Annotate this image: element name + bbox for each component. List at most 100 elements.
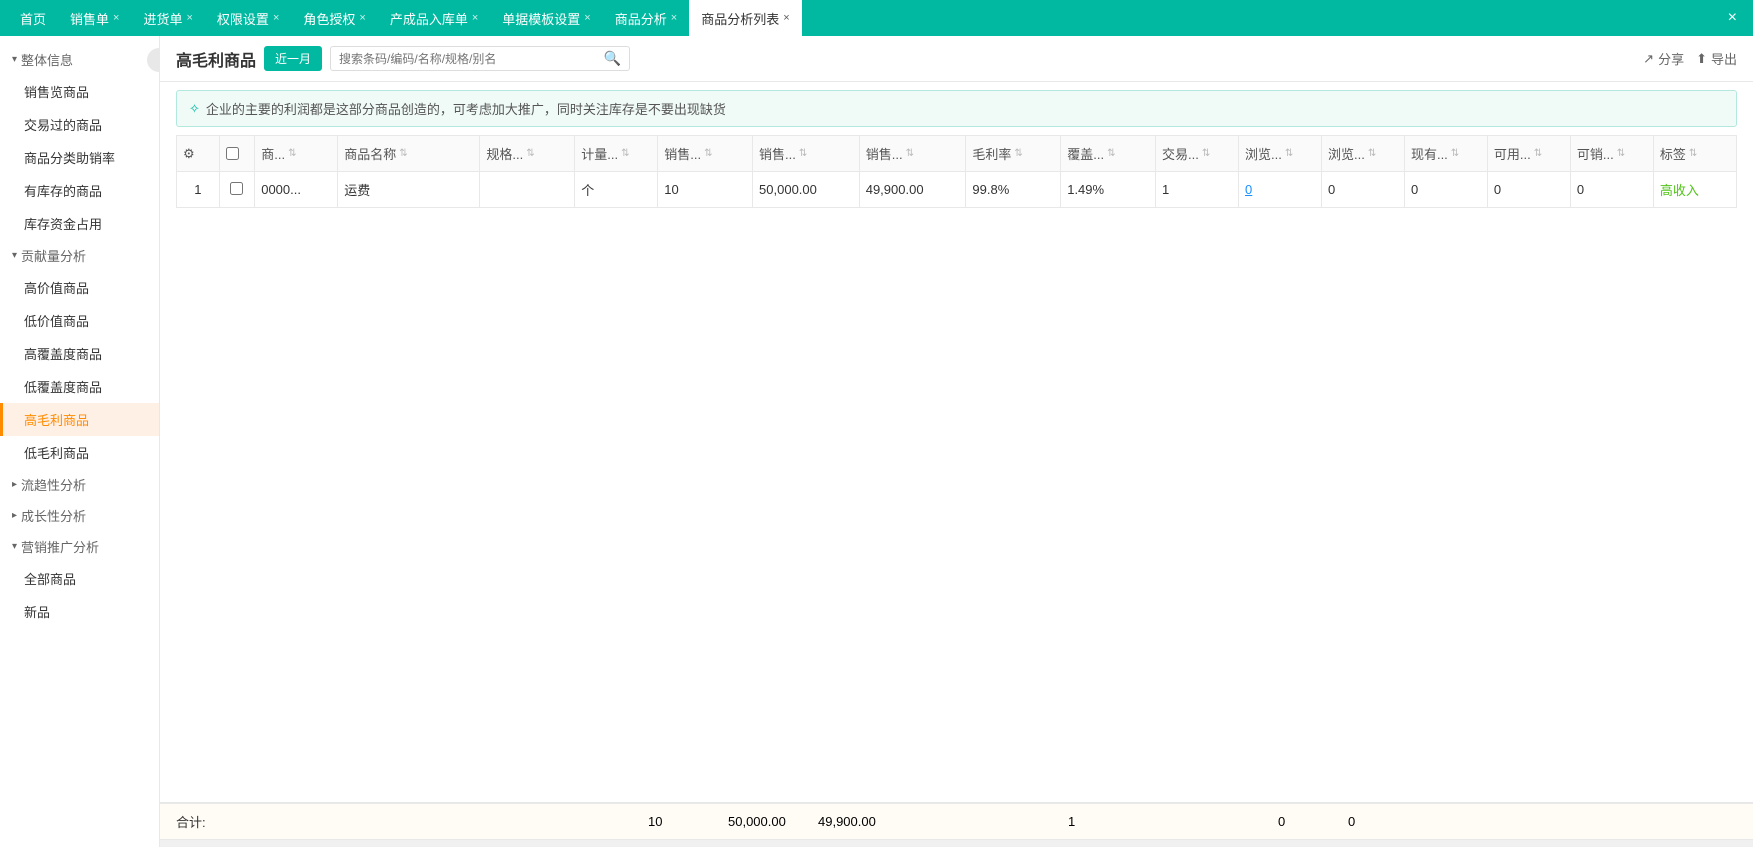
cell-available: 0: [1487, 172, 1570, 208]
select-all-checkbox[interactable]: [226, 147, 239, 160]
nav-sales-label: 销售单: [70, 9, 109, 28]
th-gross-rate[interactable]: 毛利率 ⇅: [966, 136, 1061, 172]
nav-purchase-close[interactable]: ×: [186, 12, 192, 24]
sidebar-item-high-margin[interactable]: 高毛利商品: [0, 403, 159, 436]
sort-icon-3: ⇅: [526, 148, 534, 159]
nav-permission-settings[interactable]: 权限设置 ×: [205, 0, 291, 36]
sort-icon-14: ⇅: [1534, 148, 1542, 159]
cell-salable: 0: [1570, 172, 1653, 208]
sidebar-item-inventory-capital[interactable]: 库存资金占用: [0, 207, 159, 240]
sidebar-item-high-value[interactable]: 高价值商品: [0, 271, 159, 304]
nav-role-close[interactable]: ×: [359, 12, 365, 24]
row-checkbox[interactable]: [230, 182, 243, 195]
th-tag[interactable]: 标签 ⇅: [1653, 136, 1736, 172]
th-unit[interactable]: 计量... ⇅: [575, 136, 658, 172]
th-available[interactable]: 可用... ⇅: [1487, 136, 1570, 172]
cell-checkbox[interactable]: [219, 172, 255, 208]
sidebar-section-marketing[interactable]: ▾ 营销推广分析: [0, 531, 159, 562]
footer-total: 合计: 10 50,000.00 49,900.00 1 0 0: [160, 802, 1753, 839]
th-coverage[interactable]: 覆盖... ⇅: [1061, 136, 1156, 172]
th-sales3[interactable]: 销售... ⇅: [859, 136, 966, 172]
footer-available: 0: [1342, 814, 1412, 829]
export-icon: ⬆: [1696, 51, 1707, 67]
sidebar-section-growth[interactable]: ▸ 成长性分析: [0, 500, 159, 531]
sidebar-item-low-value[interactable]: 低价值商品: [0, 304, 159, 337]
sort-icon-2: ⇅: [399, 148, 407, 159]
info-banner: ✧ 企业的主要的利润都是这部分商品创造的，可考虑加大推广，同时关注库存是不要出现…: [176, 90, 1737, 127]
th-settings[interactable]: ⚙: [177, 136, 220, 172]
nav-purchase-order[interactable]: 进货单 ×: [131, 0, 204, 36]
settings-icon[interactable]: ⚙: [183, 146, 195, 162]
search-icon[interactable]: 🔍: [604, 50, 621, 67]
nav-product-analysis-close[interactable]: ×: [671, 12, 677, 24]
cell-browse1[interactable]: 0: [1239, 172, 1322, 208]
sidebar-item-in-stock-goods[interactable]: 有库存的商品: [0, 174, 159, 207]
sidebar-item-new-products[interactable]: 新品: [0, 595, 159, 628]
nav-product-warehousing-close[interactable]: ×: [472, 12, 478, 24]
nav-sales-close[interactable]: ×: [113, 12, 119, 24]
th-sales1[interactable]: 销售... ⇅: [658, 136, 753, 172]
cell-num: 1: [177, 172, 220, 208]
sort-icon-15: ⇅: [1617, 148, 1625, 159]
sidebar-item-high-coverage[interactable]: 高覆盖度商品: [0, 337, 159, 370]
th-sales2[interactable]: 销售... ⇅: [753, 136, 860, 172]
browse1-link[interactable]: 0: [1245, 182, 1252, 197]
cell-sales2: 50,000.00: [753, 172, 860, 208]
export-button[interactable]: ⬆ 导出: [1696, 49, 1737, 68]
share-icon: ↗: [1643, 51, 1654, 67]
th-current[interactable]: 现有... ⇅: [1404, 136, 1487, 172]
th-spec[interactable]: 规格... ⇅: [480, 136, 575, 172]
nav-permission-close[interactable]: ×: [273, 12, 279, 24]
sidebar-item-low-coverage[interactable]: 低覆盖度商品: [0, 370, 159, 403]
nav-home[interactable]: 首页: [8, 0, 58, 36]
th-code[interactable]: 商... ⇅: [255, 136, 338, 172]
nav-role-auth[interactable]: 角色授权 ×: [291, 0, 377, 36]
sidebar-overall-items: 销售览商品 交易过的商品 商品分类助销率 有库存的商品 库存资金占用: [0, 75, 159, 240]
header-actions: ↗ 分享 ⬆ 导出: [1643, 49, 1737, 68]
content-header: 高毛利商品 近一月 🔍 ↗ 分享 ⬆ 导出: [160, 36, 1753, 82]
nav-template-settings[interactable]: 单据模板设置 ×: [490, 0, 602, 36]
nav-product-analysis-list-close[interactable]: ×: [783, 12, 789, 24]
nav-product-analysis-list[interactable]: 商品分析列表 ×: [689, 0, 801, 36]
nav-home-label: 首页: [20, 9, 46, 28]
cell-unit: 个: [575, 172, 658, 208]
sidebar-section-contribution[interactable]: ▾ 贡献量分析: [0, 240, 159, 271]
nav-sales-order[interactable]: 销售单 ×: [58, 0, 131, 36]
nav-template-close[interactable]: ×: [584, 12, 590, 24]
table-container: ⚙ 商... ⇅: [160, 135, 1753, 802]
cell-spec: [480, 172, 575, 208]
info-banner-text: 企业的主要的利润都是这部分商品创造的，可考虑加大推广，同时关注库存是不要出现缺货: [206, 99, 726, 118]
sidebar-item-sales-overview[interactable]: 销售览商品: [0, 75, 159, 108]
sort-icon-7: ⇅: [906, 148, 914, 159]
search-input[interactable]: [339, 52, 604, 66]
nav-product-warehousing[interactable]: 产成品入库单 ×: [378, 0, 490, 36]
cell-gross-rate: 99.8%: [966, 172, 1061, 208]
th-browse1[interactable]: 浏览... ⇅: [1239, 136, 1322, 172]
share-button[interactable]: ↗ 分享: [1643, 49, 1684, 68]
footer-transaction: 1: [1062, 814, 1132, 829]
nav-product-analysis[interactable]: 商品分析 ×: [603, 0, 689, 36]
tag-badge: 高收入: [1660, 183, 1699, 198]
window-close-button[interactable]: ×: [1720, 9, 1745, 27]
th-browse2[interactable]: 浏览... ⇅: [1321, 136, 1404, 172]
th-salable[interactable]: 可销... ⇅: [1570, 136, 1653, 172]
th-name[interactable]: 商品名称 ⇅: [338, 136, 480, 172]
sidebar-item-traded-goods[interactable]: 交易过的商品: [0, 108, 159, 141]
arrow-right-icon-2: ▸: [12, 510, 17, 521]
arrow-down-icon-3: ▾: [12, 541, 17, 552]
sort-icon-16: ⇅: [1689, 148, 1697, 159]
sidebar-item-category-sales-rate[interactable]: 商品分类助销率: [0, 141, 159, 174]
sidebar-item-all-products[interactable]: 全部商品: [0, 562, 159, 595]
cell-sales1: 10: [658, 172, 753, 208]
footer-label: 合计:: [176, 812, 236, 831]
sidebar-section-overall[interactable]: ▾ 整体信息: [0, 44, 159, 75]
filter-recent-month-button[interactable]: 近一月: [264, 46, 322, 71]
sidebar-marketing-items: 全部商品 新品: [0, 562, 159, 628]
bottom-scrollbar[interactable]: [160, 839, 1753, 847]
th-transaction[interactable]: 交易... ⇅: [1156, 136, 1239, 172]
table-row: 1 0000... 运费 个 10 50,000.00 49,900.00 99…: [177, 172, 1737, 208]
sort-icon-8: ⇅: [1014, 148, 1022, 159]
sidebar-section-trend[interactable]: ▸ 流趋性分析: [0, 469, 159, 500]
table-header-row: ⚙ 商... ⇅: [177, 136, 1737, 172]
sidebar-item-low-margin[interactable]: 低毛利商品: [0, 436, 159, 469]
